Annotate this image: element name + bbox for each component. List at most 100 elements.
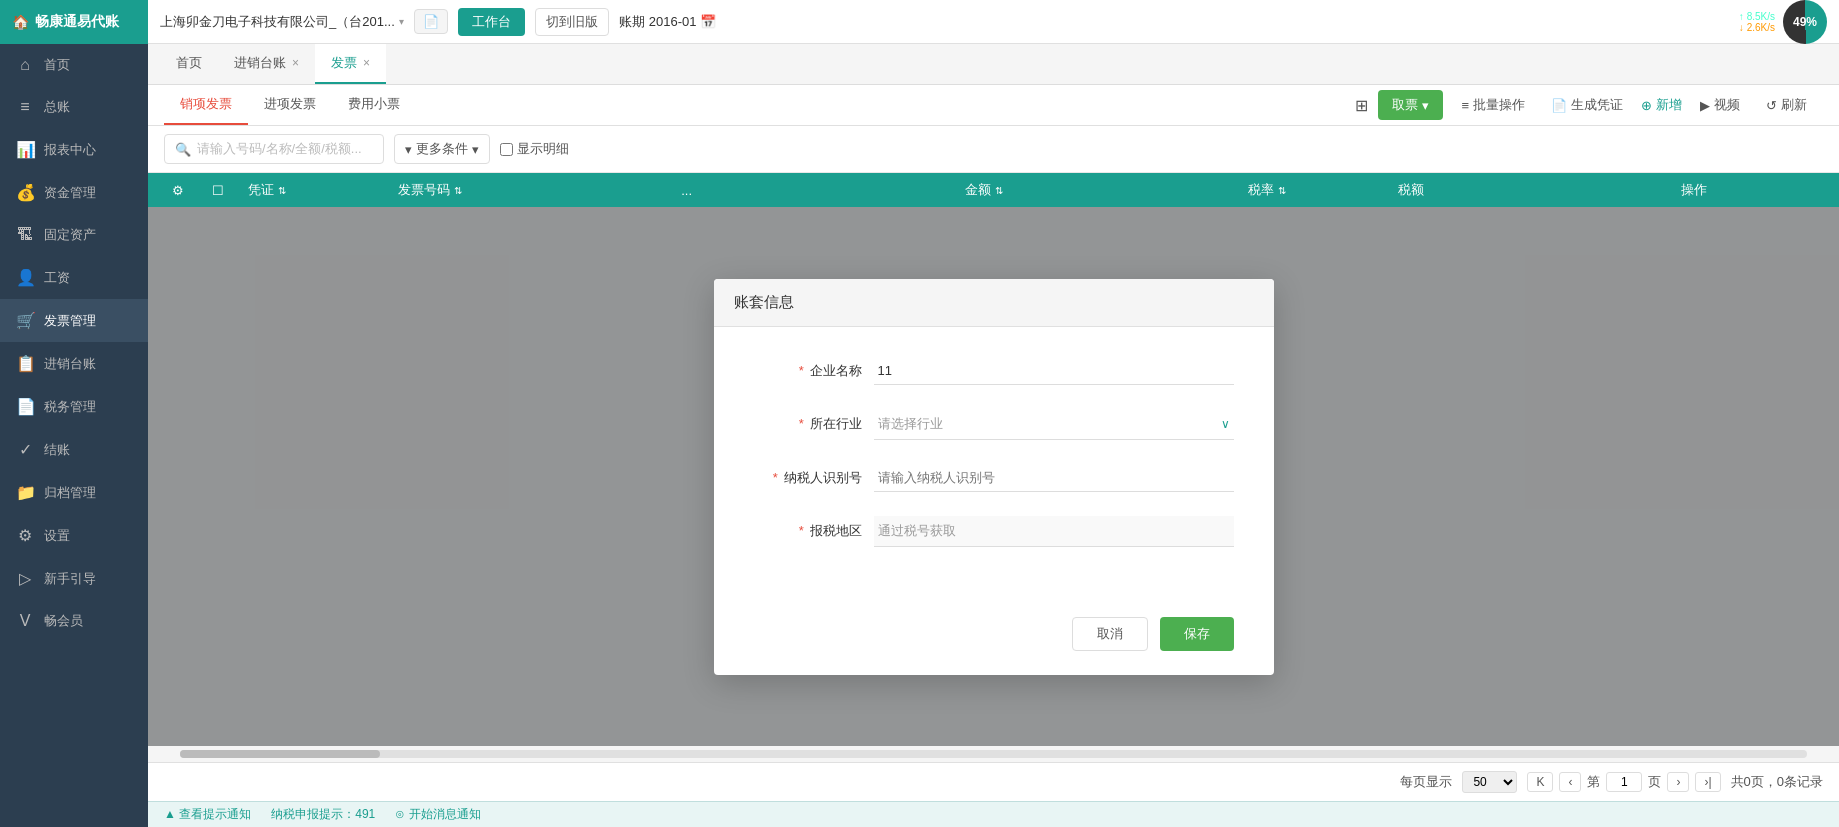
salary-icon: 👤 bbox=[16, 268, 34, 287]
input-company-name[interactable] bbox=[874, 357, 1234, 385]
scrollbar-track[interactable] bbox=[180, 750, 1807, 758]
speed-percent: 49% bbox=[1793, 15, 1817, 29]
calendar-icon[interactable]: 📅 bbox=[700, 14, 716, 29]
sub-tab-expense[interactable]: 费用小票 bbox=[332, 85, 416, 125]
topbar: 上海卯金刀电子科技有限公司_（台201... ▾ 📄 工作台 切到旧版 账期 2… bbox=[148, 0, 1839, 44]
col-settings[interactable]: ⚙ bbox=[164, 183, 204, 198]
tab-home[interactable]: 首页 bbox=[160, 44, 218, 84]
save-button[interactable]: 保存 bbox=[1160, 617, 1234, 651]
sidebar-item-home[interactable]: ⌂ 首页 bbox=[0, 44, 148, 86]
sidebar-item-archive[interactable]: 📁 归档管理 bbox=[0, 471, 148, 514]
upload-speed: ↑ 8.5K/s bbox=[1739, 11, 1775, 22]
sub-tab-purchase[interactable]: 进项发票 bbox=[248, 85, 332, 125]
scrollbar-thumb[interactable] bbox=[180, 750, 380, 758]
sidebar-item-settings[interactable]: ⚙ 设置 bbox=[0, 514, 148, 557]
page-label: 第 bbox=[1587, 773, 1600, 791]
form-row-taxid: * 纳税人识别号 bbox=[754, 464, 1234, 492]
tab-purchase-close[interactable]: × bbox=[292, 56, 299, 70]
sidebar-item-closing[interactable]: ✓ 结账 bbox=[0, 428, 148, 471]
status-item-0[interactable]: ▲ 查看提示通知 bbox=[164, 806, 251, 823]
refresh-button[interactable]: ↺ 刷新 bbox=[1758, 92, 1815, 118]
topbar-doc-button[interactable]: 📄 bbox=[414, 9, 448, 34]
new-button[interactable]: ⊕ 新增 bbox=[1641, 96, 1682, 114]
sidebar-item-guide[interactable]: ▷ 新手引导 bbox=[0, 557, 148, 600]
label-industry-text: 所在行业 bbox=[810, 416, 862, 431]
col-tax[interactable]: 税额 bbox=[1390, 181, 1673, 199]
col-tax-rate[interactable]: 税率 ⇅ bbox=[1240, 181, 1390, 199]
footer: 每页显示 50 100 200 K ‹ 第 页 › ›| 共0页，0条记录 bbox=[148, 762, 1839, 801]
label-company: * 企业名称 bbox=[754, 362, 874, 380]
status-item-2[interactable]: ⊙ 开始消息通知 bbox=[395, 806, 480, 823]
status-item-1: 纳税申报提示：491 bbox=[271, 806, 375, 823]
batch-icon: ≡ bbox=[1461, 98, 1469, 113]
new-icon: ⊕ bbox=[1641, 98, 1652, 113]
video-label: 视频 bbox=[1714, 96, 1740, 114]
tax-icon: 📄 bbox=[16, 397, 34, 416]
video-button[interactable]: ▶ 视频 bbox=[1692, 92, 1748, 118]
col-invoice-no[interactable]: 发票号码 ⇅ bbox=[390, 181, 673, 199]
tab-invoice-close[interactable]: × bbox=[363, 56, 370, 70]
batch-op-button[interactable]: ≡ 批量操作 bbox=[1453, 92, 1533, 118]
col-amount-tax[interactable]: 金额 ⇅ bbox=[957, 181, 1240, 199]
main-area: 上海卯金刀电子科技有限公司_（台201... ▾ 📄 工作台 切到旧版 账期 2… bbox=[148, 0, 1839, 827]
first-page-button[interactable]: K bbox=[1527, 772, 1553, 792]
label-industry: * 所在行业 bbox=[754, 415, 874, 433]
sub-tabs: 销项发票 进项发票 费用小票 ⊞ 取票 ▾ ≡ 批量操作 📄 生成凭证 ⊕ bbox=[148, 85, 1839, 126]
table-header: ⚙ ☐ 凭证 ⇅ 发票号码 ⇅ ... 金额 ⇅ 税率 ⇅ 税额 操作 bbox=[148, 173, 1839, 207]
sidebar-item-funds[interactable]: 💰 资金管理 bbox=[0, 171, 148, 214]
sub-tab-purchase-label: 进项发票 bbox=[264, 96, 316, 111]
next-page-button[interactable]: › bbox=[1667, 772, 1689, 792]
filter-button[interactable]: ▾ 更多条件 ▾ bbox=[394, 134, 490, 164]
sidebar-item-purchase[interactable]: 📋 进销台账 bbox=[0, 342, 148, 385]
total-records: 共0页，0条记录 bbox=[1731, 773, 1823, 791]
generate-voucher-button[interactable]: 📄 生成凭证 bbox=[1543, 92, 1631, 118]
sidebar-item-salary[interactable]: 👤 工资 bbox=[0, 256, 148, 299]
form-row-taxregion: * 报税地区 通过税号获取 bbox=[754, 516, 1234, 547]
input-tax-region: 通过税号获取 bbox=[874, 516, 1234, 547]
filter-icon: ▾ bbox=[405, 142, 412, 157]
sub-tab-sales[interactable]: 销项发票 bbox=[164, 85, 248, 125]
horizontal-scrollbar-area bbox=[148, 746, 1839, 762]
sidebar-item-ledger[interactable]: ≡ 总账 bbox=[0, 86, 148, 128]
invoice-icon: 🛒 bbox=[16, 311, 34, 330]
dialog-footer: 取消 保存 bbox=[714, 601, 1274, 675]
input-tax-id[interactable] bbox=[874, 464, 1234, 492]
col-voucher[interactable]: 凭证 ⇅ bbox=[240, 181, 390, 199]
show-detail-checkbox[interactable]: 显示明细 bbox=[500, 140, 569, 158]
closing-icon: ✓ bbox=[16, 440, 34, 459]
sidebar-item-tax[interactable]: 📄 税务管理 bbox=[0, 385, 148, 428]
sidebar-item-archive-label: 归档管理 bbox=[44, 484, 96, 502]
col-checkbox[interactable]: ☐ bbox=[204, 183, 240, 198]
prev-page-button[interactable]: ‹ bbox=[1559, 772, 1581, 792]
generate-icon: 📄 bbox=[1551, 98, 1567, 113]
sidebar-item-invoice-label: 发票管理 bbox=[44, 312, 96, 330]
label-taxregion-text: 报税地区 bbox=[810, 523, 862, 538]
form-row-company: * 企业名称 bbox=[754, 357, 1234, 385]
workbench-button[interactable]: 工作台 bbox=[458, 8, 525, 36]
last-page-button[interactable]: ›| bbox=[1695, 772, 1720, 792]
page-input[interactable] bbox=[1606, 772, 1642, 792]
company-selector[interactable]: 上海卯金刀电子科技有限公司_（台201... ▾ bbox=[160, 13, 404, 31]
label-taxid: * 纳税人识别号 bbox=[754, 469, 874, 487]
filter-label: 更多条件 bbox=[416, 140, 468, 158]
download-speed: ↓ 2.6K/s bbox=[1739, 22, 1775, 33]
ledger-icon: ≡ bbox=[16, 98, 34, 116]
tab-purchase[interactable]: 进销台账 × bbox=[218, 44, 315, 84]
take-ticket-arrow: ▾ bbox=[1422, 98, 1429, 113]
required-mark-taxid: * bbox=[773, 470, 778, 485]
switch-old-button[interactable]: 切到旧版 bbox=[535, 8, 609, 36]
sidebar-item-assets[interactable]: 🏗 固定资产 bbox=[0, 214, 148, 256]
sidebar-item-member[interactable]: V 畅会员 bbox=[0, 600, 148, 642]
topbar-right: ↑ 8.5K/s ↓ 2.6K/s 49% bbox=[1739, 0, 1827, 44]
cancel-button[interactable]: 取消 bbox=[1072, 617, 1148, 651]
search-input[interactable]: 🔍 请输入号码/名称/全额/税额... bbox=[164, 134, 384, 164]
select-industry[interactable]: 请选择行业 ∨ bbox=[874, 409, 1234, 440]
sidebar-item-invoice[interactable]: 🛒 发票管理 bbox=[0, 299, 148, 342]
grid-view-icon[interactable]: ⊞ bbox=[1355, 96, 1368, 115]
take-ticket-button[interactable]: 取票 ▾ bbox=[1378, 90, 1443, 120]
tab-invoice[interactable]: 发票 × bbox=[315, 44, 386, 84]
show-detail-input[interactable] bbox=[500, 143, 513, 156]
per-page-select[interactable]: 50 100 200 bbox=[1462, 771, 1517, 793]
sidebar-item-reports[interactable]: 📊 报表中心 bbox=[0, 128, 148, 171]
home-icon: ⌂ bbox=[16, 56, 34, 74]
